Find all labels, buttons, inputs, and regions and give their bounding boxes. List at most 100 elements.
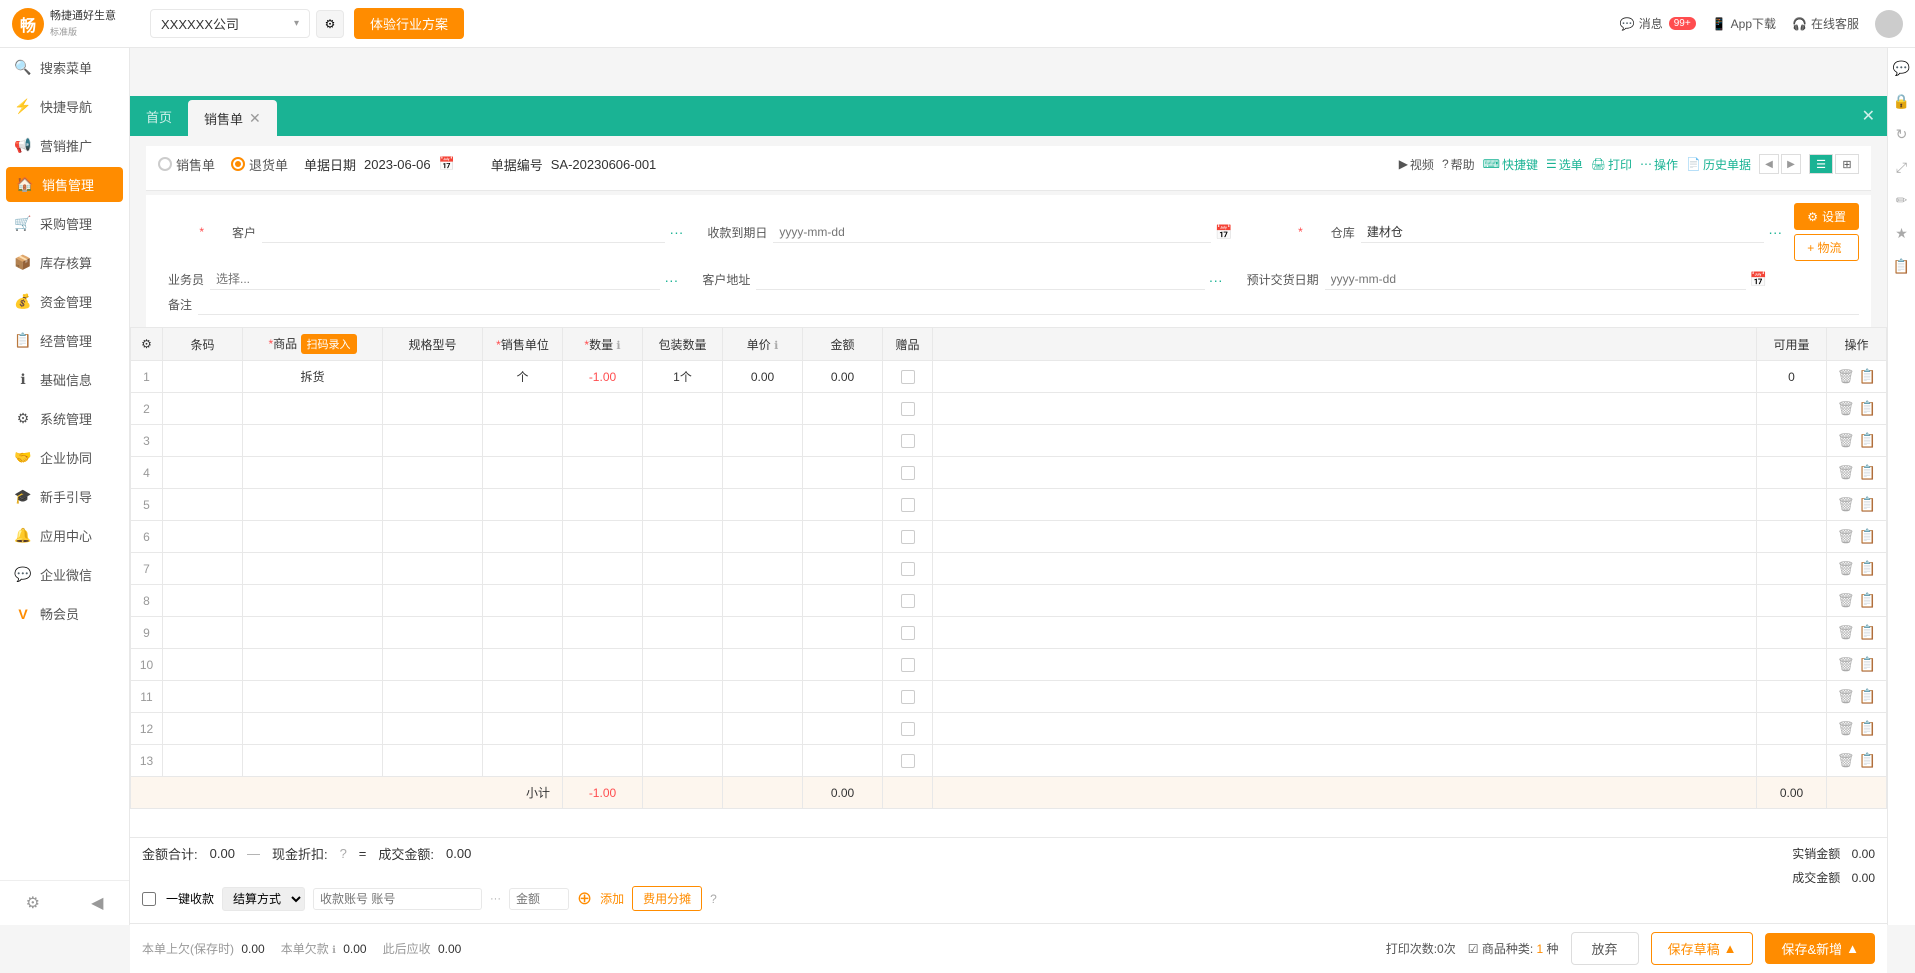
- cell-price-7[interactable]: [723, 585, 803, 617]
- cell-barcode-5[interactable]: [163, 521, 243, 553]
- cell-barcode-10[interactable]: [163, 681, 243, 713]
- cell-amount-11[interactable]: [803, 713, 883, 745]
- cell-gift-10[interactable]: [883, 681, 933, 713]
- cell-barcode-2[interactable]: [163, 425, 243, 457]
- cell-price-9[interactable]: [723, 649, 803, 681]
- cell-amount-12[interactable]: [803, 745, 883, 777]
- settings-button[interactable]: ⚙ 设置: [1794, 203, 1859, 230]
- copy-row-icon[interactable]: 📋: [1859, 752, 1876, 769]
- cell-spec-11[interactable]: [383, 713, 483, 745]
- copy-row-icon[interactable]: 📋: [1859, 432, 1876, 449]
- cell-gift-2[interactable]: [883, 425, 933, 457]
- add-payment-icon[interactable]: ⊕: [577, 888, 592, 909]
- delete-row-icon[interactable]: 🗑: [1837, 688, 1855, 705]
- cell-qty-2[interactable]: [563, 425, 643, 457]
- delete-row-icon[interactable]: 🗑: [1837, 560, 1855, 577]
- cell-barcode-6[interactable]: [163, 553, 243, 585]
- delete-row-icon[interactable]: 🗑: [1837, 624, 1855, 641]
- salesman-dots-icon[interactable]: ···: [664, 272, 678, 288]
- col-settings[interactable]: ⚙: [131, 328, 163, 361]
- cell-spec-7[interactable]: [383, 585, 483, 617]
- help-btn[interactable]: ?帮助: [1442, 156, 1475, 173]
- cell-pkg-1[interactable]: [643, 393, 723, 425]
- print-btn[interactable]: 🖨打印: [1591, 156, 1632, 173]
- cell-pkg-9[interactable]: [643, 649, 723, 681]
- tab-home[interactable]: 首页: [130, 96, 188, 136]
- sidebar-item-collab[interactable]: 🤝 企业协同: [0, 438, 129, 477]
- cell-unit-12[interactable]: [483, 745, 563, 777]
- cell-settings-1[interactable]: 2: [131, 393, 163, 425]
- cell-price-12[interactable]: [723, 745, 803, 777]
- settings-icon[interactable]: ⚙: [316, 10, 344, 38]
- cell-unit-2[interactable]: [483, 425, 563, 457]
- cell-pkg-10[interactable]: [643, 681, 723, 713]
- payment-method-select[interactable]: 结算方式: [222, 887, 305, 911]
- draft-button[interactable]: 保存草稿 ▲: [1651, 932, 1754, 965]
- cell-settings-11[interactable]: 12: [131, 713, 163, 745]
- cell-barcode-0[interactable]: [163, 361, 243, 393]
- cell-product-7[interactable]: [243, 585, 383, 617]
- cell-pkg-3[interactable]: [643, 457, 723, 489]
- customer-input[interactable]: [262, 222, 665, 243]
- company-selector[interactable]: XXXXXX公司 ▾: [150, 9, 310, 38]
- cell-settings-2[interactable]: 3: [131, 425, 163, 457]
- delete-row-icon[interactable]: 🗑: [1837, 400, 1855, 417]
- copy-row-icon[interactable]: 📋: [1859, 368, 1876, 385]
- message-button[interactable]: 💬 消息 99+: [1620, 15, 1696, 32]
- cell-barcode-4[interactable]: [163, 489, 243, 521]
- cell-gift-9[interactable]: [883, 649, 933, 681]
- abandon-button[interactable]: 放弃: [1571, 932, 1639, 965]
- cell-amount-5[interactable]: [803, 521, 883, 553]
- payment-account-input[interactable]: [313, 888, 482, 910]
- copy-row-icon[interactable]: 📋: [1859, 592, 1876, 609]
- cell-pkg-2[interactable]: [643, 425, 723, 457]
- cell-unit-10[interactable]: [483, 681, 563, 713]
- sidebar-item-base[interactable]: ℹ 基础信息: [0, 360, 129, 399]
- cell-gift-11[interactable]: [883, 713, 933, 745]
- rp-lock-icon[interactable]: 🔒: [1889, 89, 1914, 114]
- delete-row-icon[interactable]: 🗑: [1837, 528, 1855, 545]
- cell-qty-1[interactable]: [563, 393, 643, 425]
- cell-price-11[interactable]: [723, 713, 803, 745]
- cell-spec-4[interactable]: [383, 489, 483, 521]
- grid-view-btn[interactable]: ⊞: [1835, 154, 1859, 174]
- note-input[interactable]: [198, 294, 1859, 315]
- cell-unit-4[interactable]: [483, 489, 563, 521]
- tab-sales-order[interactable]: 销售单 ✕: [188, 100, 277, 136]
- delete-row-icon[interactable]: 🗑: [1837, 752, 1855, 769]
- cell-qty-5[interactable]: [563, 521, 643, 553]
- cell-unit-0[interactable]: 个: [483, 361, 563, 393]
- cell-unit-1[interactable]: [483, 393, 563, 425]
- cell-settings-9[interactable]: 10: [131, 649, 163, 681]
- payment-amount-input[interactable]: [509, 888, 569, 910]
- sidebar-item-apps[interactable]: 🔔 应用中心: [0, 516, 129, 555]
- copy-row-icon[interactable]: 📋: [1859, 656, 1876, 673]
- sidebar-settings-btn[interactable]: ⚙: [18, 889, 48, 917]
- operation-btn[interactable]: ⋯操作: [1640, 156, 1678, 173]
- cell-amount-8[interactable]: [803, 617, 883, 649]
- sidebar-collapse-btn[interactable]: ◀: [83, 889, 111, 917]
- delete-row-icon[interactable]: 🗑: [1837, 592, 1855, 609]
- cell-barcode-12[interactable]: [163, 745, 243, 777]
- delete-row-icon[interactable]: 🗑: [1837, 432, 1855, 449]
- sidebar-item-member[interactable]: V 畅会员: [0, 594, 129, 633]
- cell-product-2[interactable]: [243, 425, 383, 457]
- history-btn[interactable]: 📄历史单据: [1686, 156, 1751, 173]
- cell-spec-3[interactable]: [383, 457, 483, 489]
- cell-product-5[interactable]: [243, 521, 383, 553]
- tab-close-icon[interactable]: ✕: [249, 110, 261, 127]
- cell-amount-6[interactable]: [803, 553, 883, 585]
- cell-amount-0[interactable]: 0.00: [803, 361, 883, 393]
- next-arrow[interactable]: ▶: [1781, 154, 1801, 174]
- cell-product-4[interactable]: [243, 489, 383, 521]
- cell-product-0[interactable]: 拆货: [243, 361, 383, 393]
- cell-price-0[interactable]: 0.00: [723, 361, 803, 393]
- cell-settings-10[interactable]: 11: [131, 681, 163, 713]
- cell-settings-4[interactable]: 5: [131, 489, 163, 521]
- cell-unit-7[interactable]: [483, 585, 563, 617]
- cell-spec-6[interactable]: [383, 553, 483, 585]
- expected-calendar-icon[interactable]: 📅: [1750, 271, 1767, 288]
- cell-barcode-1[interactable]: [163, 393, 243, 425]
- sidebar-item-marketing[interactable]: 📢 营销推广: [0, 126, 129, 165]
- rp-orange-icon[interactable]: 📋: [1889, 254, 1914, 279]
